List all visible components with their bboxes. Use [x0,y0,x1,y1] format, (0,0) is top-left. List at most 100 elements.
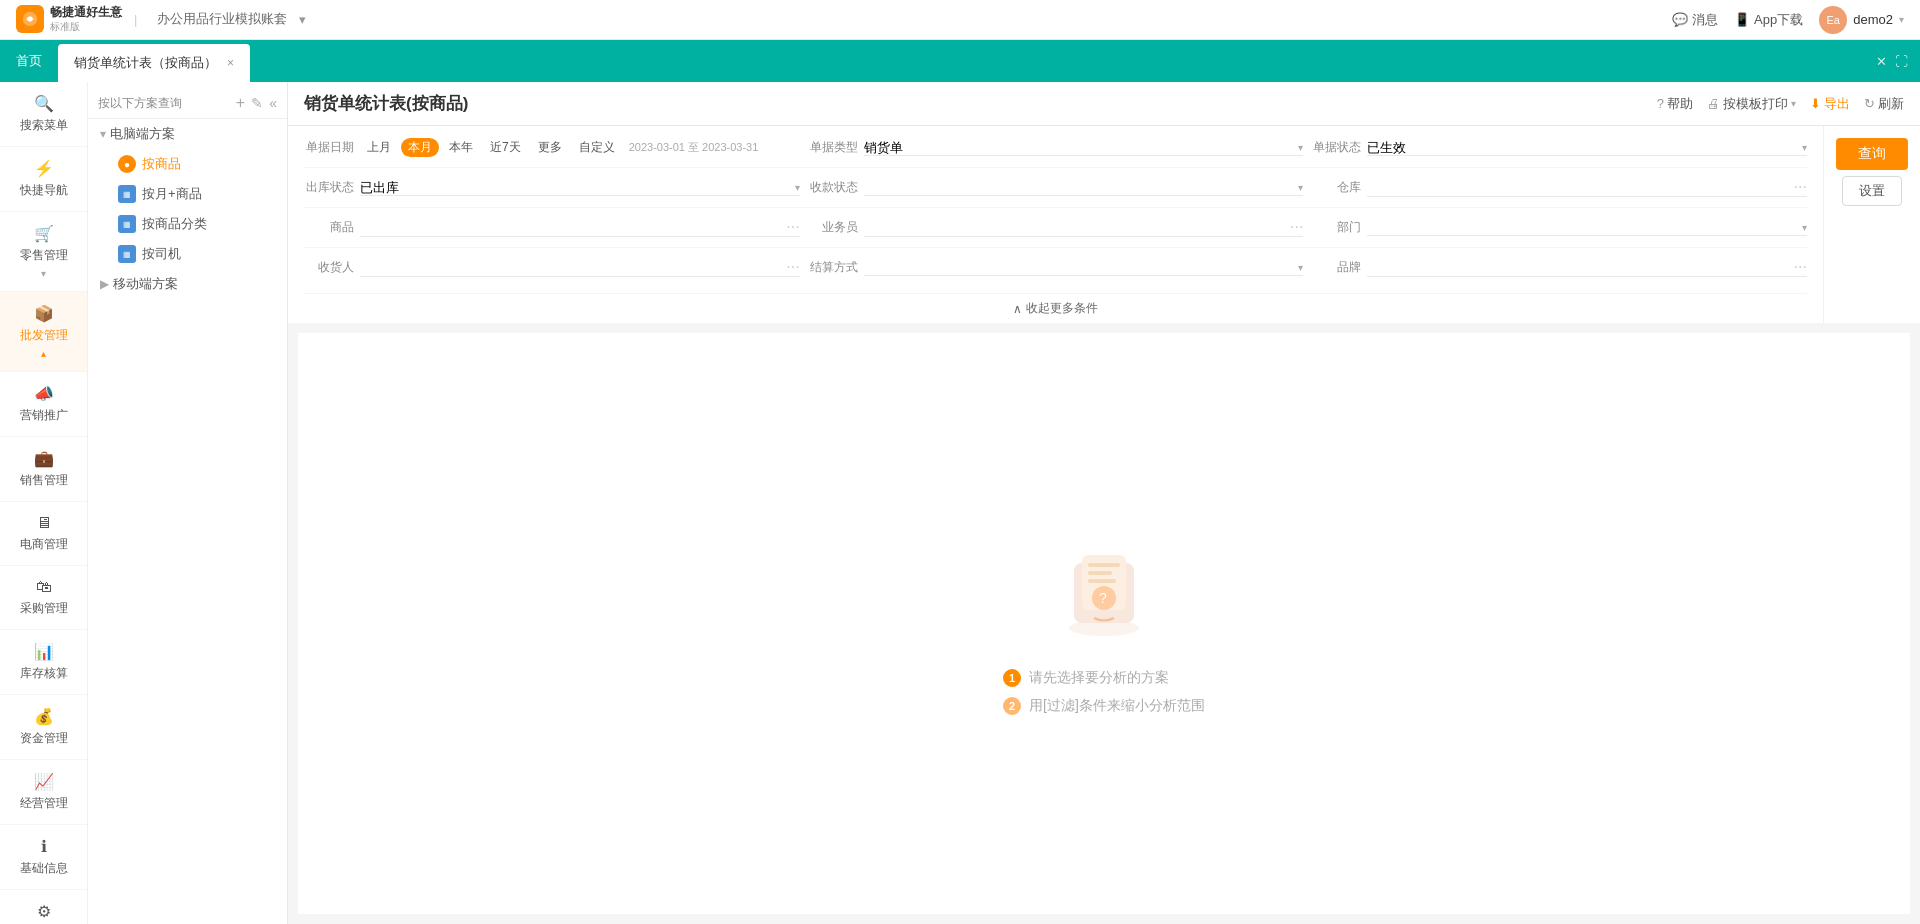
scheme-edit-btn[interactable]: ✎ [251,95,263,111]
svg-text:?: ? [1099,590,1107,606]
collapse-row[interactable]: ∧ 收起更多条件 [304,293,1807,323]
dept-select[interactable] [1367,220,1802,235]
scheme-add-btn[interactable]: + [236,94,245,112]
desktop-expand-icon: ▾ [100,127,106,141]
date-tab-this-month[interactable]: 本月 [401,138,439,157]
consignee-control: ··· [360,258,800,277]
dept-arrow-icon: ▾ [1802,222,1807,233]
logo-text-block: 畅捷通好生意 标准版 [50,5,122,33]
date-tab-more[interactable]: 更多 [531,138,569,157]
warehouse-dots-icon[interactable]: ··· [1794,178,1807,196]
finance-nav-icon: 💰 [34,707,54,726]
date-tab-this-year[interactable]: 本年 [442,138,480,157]
nav-basic[interactable]: ℹ 基础信息 [0,825,87,890]
doc-type-select[interactable]: 销货单 [864,140,1299,155]
consignee-input[interactable] [360,260,786,275]
user-area[interactable]: Ea demo2 ▾ [1819,6,1904,34]
nav-wholesale[interactable]: 📦 批发管理 ▴ [0,292,87,372]
msg-label: 消息 [1692,11,1718,29]
mobile-schemes-header[interactable]: ▶ 移动端方案 [88,269,287,299]
goods-dots-icon[interactable]: ··· [786,218,799,236]
nav-marketing[interactable]: 📣 营销推广 [0,372,87,437]
scheme-by-driver-icon: ▦ [118,245,136,263]
tab-active[interactable]: 销货单统计表（按商品） × [58,44,250,82]
out-status-control: 已出库 ▾ [360,180,800,196]
nav-purchase[interactable]: 🛍 采购管理 [0,566,87,630]
goods-input[interactable] [360,220,786,235]
query-button[interactable]: 查询 [1836,138,1908,170]
nav-sales[interactable]: 💼 销售管理 [0,437,87,502]
filter-doc-type-field: 单据类型 销货单 ▾ [808,138,1304,157]
nav-ecom[interactable]: 🖥 电商管理 [0,502,87,566]
refresh-btn[interactable]: ↻ 刷新 [1864,95,1904,113]
doc-status-control: 已生效 ▾ [1367,140,1807,156]
brand-control: ··· [1367,258,1807,277]
help-btn[interactable]: ? 帮助 [1657,95,1693,113]
system-nav-icon: ⚙ [37,902,51,921]
app-title-arrow: ▾ [299,12,306,27]
query-buttons: 查询 设置 [1823,126,1920,323]
nav-inventory[interactable]: 📊 库存核算 [0,630,87,695]
download-btn[interactable]: 📱 App下载 [1734,11,1803,29]
recv-status-label: 收款状态 [808,179,864,196]
nav-ecom-label: 电商管理 [20,536,68,553]
tab-home[interactable]: 首页 [0,40,58,82]
consignee-dots-icon[interactable]: ··· [786,258,799,276]
logo-icon [16,5,44,33]
nav-retail[interactable]: 🛒 零售管理 ▾ [0,212,87,292]
nav-operations[interactable]: 📈 经营管理 [0,760,87,825]
scheme-by-month-goods[interactable]: ▦ 按月+商品 [88,179,287,209]
scheme-by-driver[interactable]: ▦ 按司机 [88,239,287,269]
scheme-collapse-btn[interactable]: « [269,95,277,111]
mobile-schemes-label: 移动端方案 [113,275,178,293]
date-tab-last-month[interactable]: 上月 [360,138,398,157]
filter-date-field: 单据日期 上月 本月 本年 近7天 更多 自定义 2023-03-01 至 20… [304,138,800,157]
nav-search[interactable]: 🔍 搜索菜单 [0,82,87,147]
out-status-select[interactable]: 已出库 [360,180,795,195]
filter-consignee-field: 收货人 ··· [304,258,800,277]
brand-input[interactable] [1367,260,1793,275]
desktop-schemes-group: ▾ 电脑端方案 ● 按商品 ▦ 按月+商品 ▦ [88,119,287,269]
payment-select[interactable] [864,260,1299,275]
warehouse-label: 仓库 [1311,179,1367,196]
recv-status-select[interactable] [864,180,1299,195]
doc-status-select[interactable]: 已生效 [1367,140,1802,155]
maximize-icon[interactable]: ⛶ [1895,54,1908,69]
desktop-schemes-label: 电脑端方案 [110,125,175,143]
nav-finance[interactable]: 💰 资金管理 [0,695,87,760]
filter-fields-wrapper: 单据日期 上月 本月 本年 近7天 更多 自定义 2023-03-01 至 20… [288,126,1823,323]
empty-hint-1: 1 请先选择要分析的方案 [1003,669,1205,687]
nav-quick[interactable]: ⚡ 快捷导航 [0,147,87,212]
desktop-schemes-header[interactable]: ▾ 电脑端方案 [88,119,287,149]
nav-basic-label: 基础信息 [20,860,68,877]
help-icon: ? [1657,96,1664,111]
scheme-by-goods-label: 按商品 [142,155,181,173]
msg-icon: 💬 [1672,12,1688,27]
salesman-label: 业务员 [808,219,864,236]
dept-label: 部门 [1311,219,1367,236]
settings-button[interactable]: 设置 [1842,176,1902,206]
collapse-up-icon: ∧ [1013,302,1022,316]
print-btn[interactable]: 🖨 按模板打印 ▾ [1707,95,1796,113]
filter-query-wrapper: 单据日期 上月 本月 本年 近7天 更多 自定义 2023-03-01 至 20… [288,126,1920,323]
salesman-dots-icon[interactable]: ··· [1290,218,1303,236]
salesman-input[interactable] [864,220,1290,235]
payment-label: 结算方式 [808,259,864,276]
filter-doc-status-field: 单据状态 已生效 ▾ [1311,138,1807,157]
date-tab-7days[interactable]: 近7天 [483,138,528,157]
consignee-label: 收货人 [304,259,360,276]
date-tab-custom[interactable]: 自定义 [572,138,622,157]
tab-close-icon[interactable]: × [227,56,234,70]
scheme-by-goods[interactable]: ● 按商品 [88,149,287,179]
home-tab-label: 首页 [16,52,42,70]
date-control: 上月 本月 本年 近7天 更多 自定义 2023-03-01 至 2023-03… [360,138,800,157]
brand-dots-icon[interactable]: ··· [1794,258,1807,276]
date-label: 单据日期 [304,139,360,156]
sales-nav-icon: 💼 [34,449,54,468]
msg-btn[interactable]: 💬 消息 [1672,11,1718,29]
scheme-by-category[interactable]: ▦ 按商品分类 [88,209,287,239]
warehouse-input[interactable] [1367,180,1793,195]
export-btn[interactable]: ⬇ 导出 [1810,95,1850,113]
window-close-icon[interactable]: ✕ [1876,54,1887,69]
nav-system[interactable]: ⚙ 系统管理 [0,890,87,924]
